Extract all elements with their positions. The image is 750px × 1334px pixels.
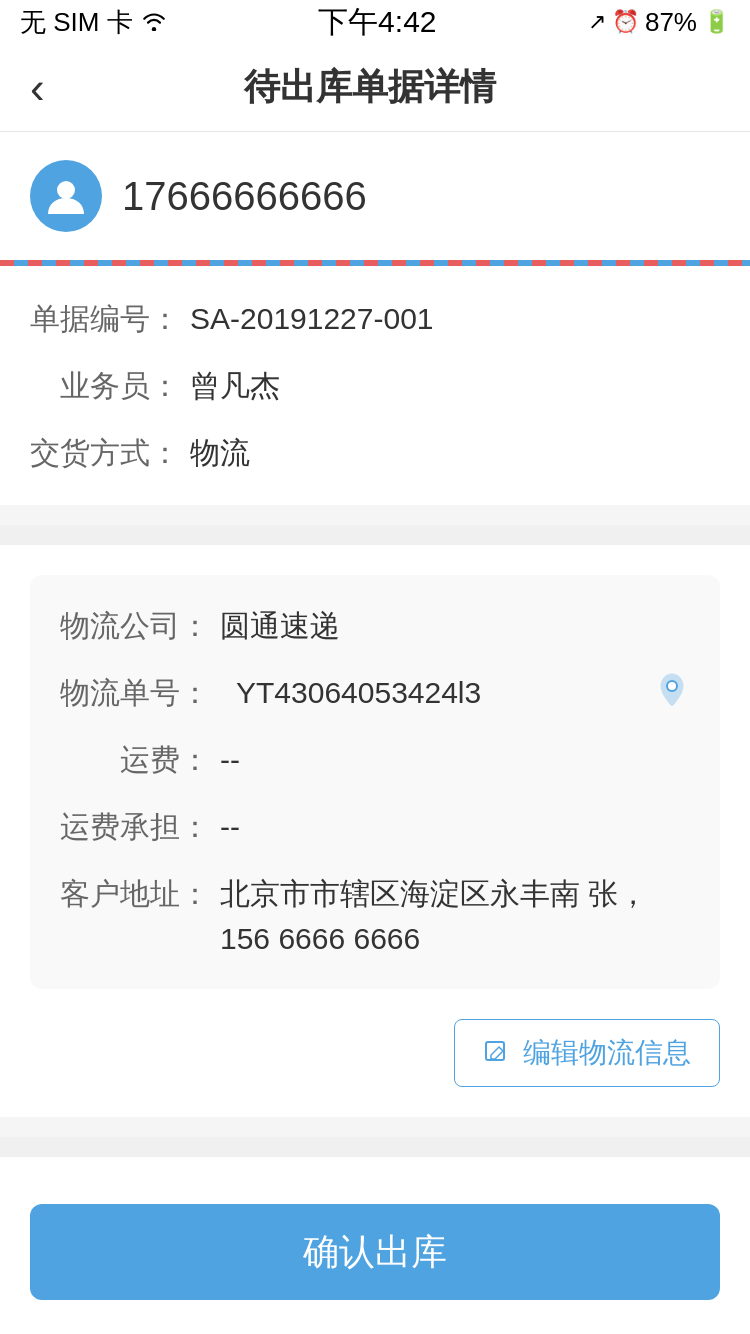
separator-2 (0, 1137, 750, 1157)
logistics-card: 物流公司： 圆通速递 物流单号： YT43064053424l3 运费： -- … (30, 575, 720, 989)
logistics-section: 物流公司： 圆通速递 物流单号： YT43064053424l3 运费： -- … (0, 545, 750, 1117)
status-right: ↗ ⏰ 87% 🔋 (588, 7, 730, 38)
tracking-label: 物流单号： (60, 670, 220, 715)
edit-logistics-button[interactable]: 编辑物流信息 (454, 1019, 720, 1087)
customer-avatar (30, 160, 102, 232)
edit-btn-wrap: 编辑物流信息 (30, 1009, 720, 1087)
delivery-method-row: 交货方式： 物流 (30, 430, 720, 475)
alarm-icon: ⏰ (612, 9, 639, 35)
doc-number-value: SA-20191227-001 (190, 296, 720, 341)
logistics-company-row: 物流公司： 圆通速递 (60, 603, 690, 648)
edit-icon (483, 1039, 511, 1067)
freight-value: -- (220, 737, 690, 782)
freight-bearer-row: 运费承担： -- (60, 804, 690, 849)
delivery-method-value: 物流 (190, 430, 720, 475)
freight-label: 运费： (60, 737, 220, 782)
confirm-btn-wrap: 确认出库 (0, 1184, 750, 1334)
freight-row: 运费： -- (60, 737, 690, 782)
doc-number-row: 单据编号： SA-20191227-001 (30, 296, 720, 341)
svg-point-0 (57, 181, 75, 199)
battery-text: 87% (645, 7, 697, 38)
separator-1 (0, 525, 750, 545)
svg-point-2 (668, 682, 676, 690)
location-active-icon: ↗ (588, 9, 606, 35)
nav-bar: ‹ 待出库单据详情 (0, 44, 750, 132)
salesperson-value: 曾凡杰 (190, 363, 720, 408)
salesperson-row: 业务员： 曾凡杰 (30, 363, 720, 408)
address-row: 客户地址： 北京市市辖区海淀区永丰南 张，156 6666 6666 (60, 871, 690, 961)
order-info-section: 单据编号： SA-20191227-001 业务员： 曾凡杰 交货方式： 物流 (0, 266, 750, 505)
address-value: 北京市市辖区海淀区永丰南 张，156 6666 6666 (220, 871, 690, 961)
delivery-method-label: 交货方式： (30, 430, 190, 475)
battery-icon: 🔋 (703, 9, 730, 35)
carrier-text: 无 SIM 卡 (20, 5, 133, 40)
page-title: 待出库单据详情 (65, 63, 676, 112)
address-label: 客户地址： (60, 871, 220, 916)
tracking-value: YT43064053424l3 (236, 670, 638, 715)
doc-number-label: 单据编号： (30, 296, 190, 341)
logistics-company-label: 物流公司： (60, 603, 220, 648)
status-left: 无 SIM 卡 (20, 5, 167, 40)
location-icon[interactable] (654, 670, 690, 715)
person-icon (44, 174, 88, 218)
status-time: 下午4:42 (318, 2, 436, 43)
freight-bearer-value: -- (220, 804, 690, 849)
freight-bearer-label: 运费承担： (60, 804, 220, 849)
logistics-company-value: 圆通速递 (220, 603, 690, 648)
tracking-number-row: 物流单号： YT43064053424l3 (60, 670, 690, 715)
wifi-icon (141, 7, 167, 38)
back-button[interactable]: ‹ (30, 66, 45, 110)
salesperson-label: 业务员： (30, 363, 190, 408)
customer-phone: 17666666666 (122, 174, 367, 219)
confirm-button[interactable]: 确认出库 (30, 1204, 720, 1300)
customer-header: 17666666666 (0, 132, 750, 260)
status-bar: 无 SIM 卡 下午4:42 ↗ ⏰ 87% 🔋 (0, 0, 750, 44)
confirm-label: 确认出库 (303, 1228, 447, 1277)
edit-logistics-label: 编辑物流信息 (523, 1034, 691, 1072)
